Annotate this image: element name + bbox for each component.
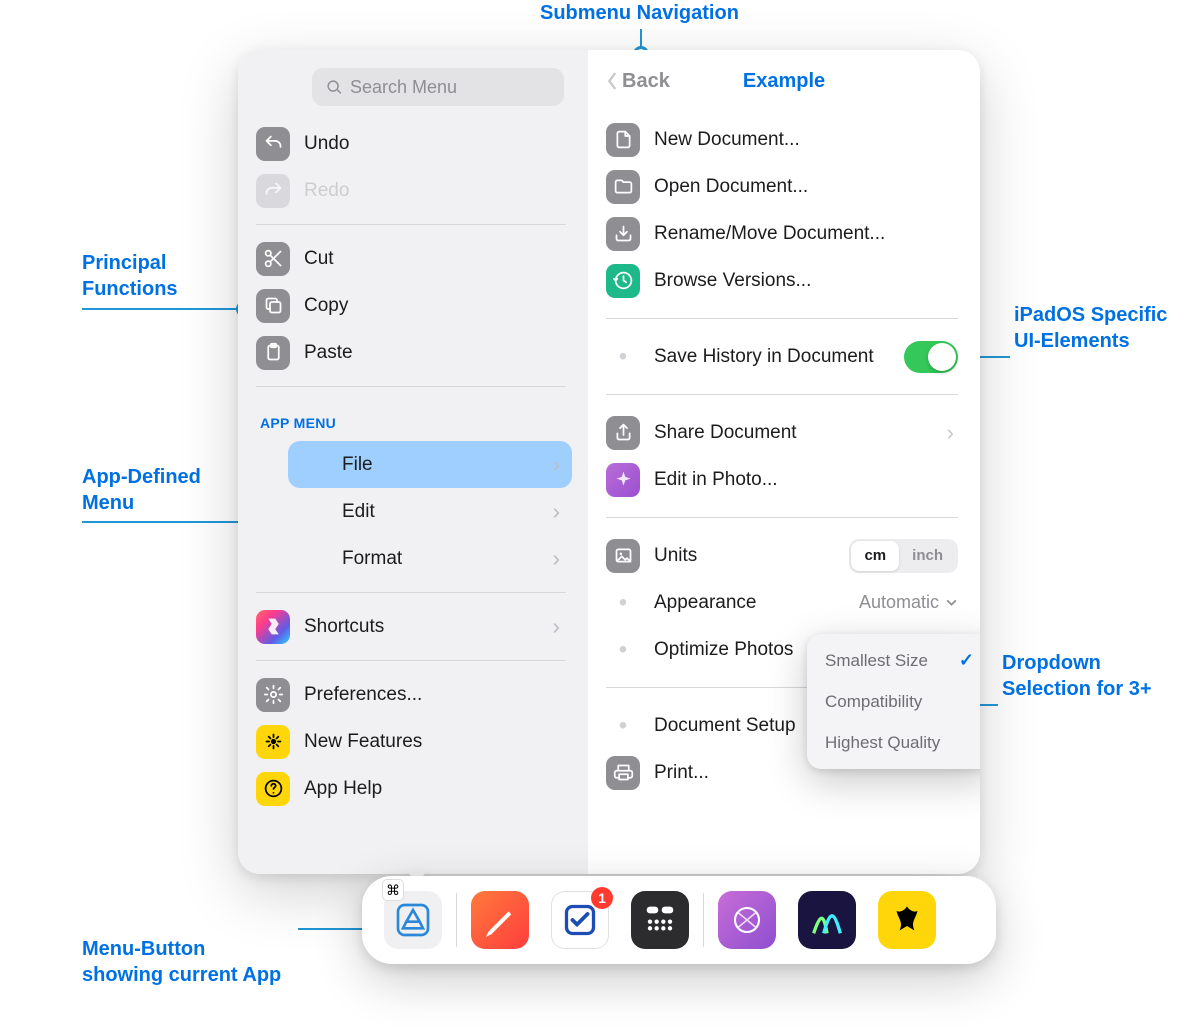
format-menu-item[interactable]: Format › [288, 535, 572, 582]
dock-app-6[interactable] [878, 891, 936, 949]
menu-button[interactable]: ⌘ [384, 891, 442, 949]
dock-app-3[interactable] [631, 891, 689, 949]
callout-principal: PrincipalFunctions [82, 250, 178, 302]
search-icon [326, 79, 343, 96]
cut-item[interactable]: Cut [250, 235, 572, 282]
open-document-item[interactable]: Open Document... [606, 163, 958, 210]
folder-icon [606, 170, 640, 204]
scissors-icon [256, 242, 290, 276]
chevron-right-icon: › [552, 451, 566, 478]
chevron-down-icon [945, 596, 958, 609]
rename-document-item[interactable]: Rename/Move Document... [606, 210, 958, 257]
appearance-row[interactable]: • Appearance Automatic [606, 579, 958, 626]
paste-icon [256, 336, 290, 370]
menu-panel: Search Menu Undo Redo Cut Copy Paste APP… [238, 50, 980, 874]
dock-app-1[interactable] [471, 891, 529, 949]
preferences-item[interactable]: Preferences... [250, 671, 572, 718]
back-button[interactable]: Back [606, 70, 670, 93]
redo-icon [256, 174, 290, 208]
callout-ipados: iPadOS SpecificUI-Elements [1014, 302, 1167, 354]
chevron-right-icon: › [552, 498, 566, 525]
current-app-icon [393, 900, 433, 940]
popup-option-highest[interactable]: Highest Quality [807, 722, 980, 763]
units-segmented[interactable]: cm inch [849, 539, 958, 573]
dock-app-2[interactable]: 1 [551, 891, 609, 949]
callout-submenu-nav: Submenu Navigation [540, 0, 739, 26]
image-icon [606, 539, 640, 573]
optimize-dropdown-popup: Smallest Size✓ Compatibility Highest Qua… [807, 634, 980, 769]
dock-app-4[interactable] [718, 891, 776, 949]
search-input[interactable]: Search Menu [312, 68, 564, 106]
dock: ⌘ 1 [362, 876, 996, 964]
sparkle-icon [256, 725, 290, 759]
callout-dropdown: DropdownSelection for 3+ [1002, 650, 1152, 702]
new-features-item[interactable]: New Features [250, 718, 572, 765]
help-icon [256, 772, 290, 806]
units-row: Units cm inch [606, 532, 958, 579]
edit-menu-item[interactable]: Edit › [288, 488, 572, 535]
undo-item[interactable]: Undo [250, 120, 572, 167]
sidebar: Search Menu Undo Redo Cut Copy Paste APP… [238, 50, 588, 874]
history-icon [606, 264, 640, 298]
edit-in-photo-item[interactable]: Edit in Photo... [606, 456, 958, 503]
tray-down-icon [606, 217, 640, 251]
check-icon: ✓ [959, 650, 974, 671]
callout-menu-button: Menu-Buttonshowing current App [82, 936, 281, 988]
chevron-right-icon: › [552, 613, 566, 640]
save-history-row: • Save History in Document [606, 333, 958, 380]
app-icon [606, 463, 640, 497]
share-icon [606, 416, 640, 450]
paste-item[interactable]: Paste [250, 329, 572, 376]
browse-versions-item[interactable]: Browse Versions... [606, 257, 958, 304]
copy-icon [256, 289, 290, 323]
new-document-item[interactable]: New Document... [606, 116, 958, 163]
file-menu-item[interactable]: File › [288, 441, 572, 488]
copy-item[interactable]: Copy [250, 282, 572, 329]
gear-icon [256, 678, 290, 712]
printer-icon [606, 756, 640, 790]
callout-app-defined: App-DefinedMenu [82, 464, 201, 516]
appearance-dropdown[interactable]: Automatic [859, 592, 958, 613]
redo-item[interactable]: Redo [250, 167, 572, 214]
chevron-right-icon: › [947, 420, 958, 446]
shortcuts-icon [256, 610, 290, 644]
share-document-item[interactable]: Share Document › [606, 409, 958, 456]
popup-option-smallest[interactable]: Smallest Size✓ [807, 640, 980, 681]
shortcuts-item[interactable]: Shortcuts › [250, 603, 572, 650]
undo-icon [256, 127, 290, 161]
document-icon [606, 123, 640, 157]
notification-badge: 1 [591, 887, 613, 909]
command-key-icon: ⌘ [382, 879, 404, 901]
dock-app-5[interactable] [798, 891, 856, 949]
chevron-left-icon [606, 72, 618, 90]
app-help-item[interactable]: App Help [250, 765, 572, 812]
app-menu-header: APP MENU [250, 397, 572, 441]
page-title: Example [743, 70, 825, 93]
save-history-toggle[interactable] [904, 341, 958, 373]
chevron-right-icon: › [552, 545, 566, 572]
popup-option-compat[interactable]: Compatibility [807, 681, 980, 722]
submenu-content: Back Example New Document... Open Docume… [588, 50, 980, 874]
